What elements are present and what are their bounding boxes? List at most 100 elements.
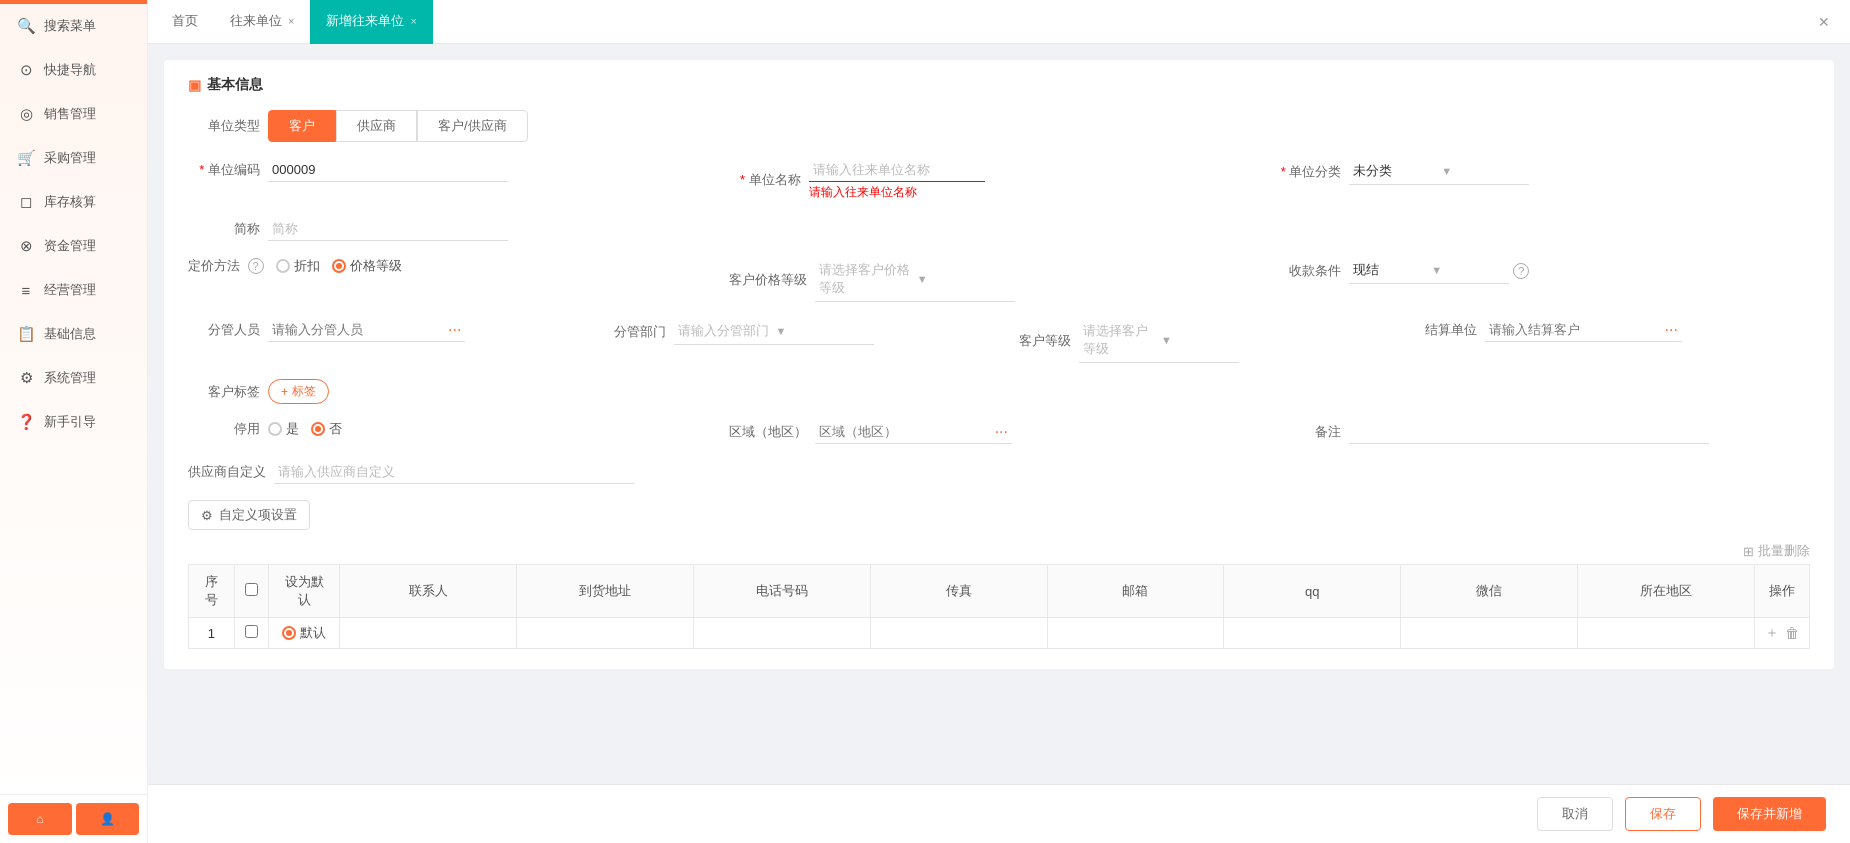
- row-email[interactable]: [1047, 618, 1224, 649]
- batch-delete-label[interactable]: 批量删除: [1758, 542, 1810, 560]
- custom-settings-btn[interactable]: ⚙ 自定义项设置: [188, 500, 310, 530]
- operations-icon: ≡: [16, 280, 36, 300]
- manager-input[interactable]: [268, 318, 444, 341]
- type-btn-supplier[interactable]: 供应商: [336, 110, 417, 142]
- pricing-help-icon[interactable]: ?: [248, 258, 264, 274]
- remark-input[interactable]: [1349, 420, 1709, 444]
- short-name-input[interactable]: [268, 217, 508, 241]
- sidebar-item-search[interactable]: 🔍 搜索菜单: [0, 4, 147, 48]
- tab-partners[interactable]: 往来单位 ×: [214, 0, 310, 44]
- row-wechat-input[interactable]: [1411, 626, 1567, 641]
- customer-level-field: 客户等级 请选择客户等级 ▼: [999, 318, 1405, 363]
- row-contact-input[interactable]: [350, 626, 506, 641]
- row-wechat[interactable]: [1401, 618, 1578, 649]
- settings-gear-icon: ⚙: [201, 508, 213, 523]
- type-btn-customer[interactable]: 客户: [268, 110, 336, 142]
- sidebar-item-sales[interactable]: ◎ 销售管理: [0, 92, 147, 136]
- row-fax[interactable]: [870, 618, 1047, 649]
- pricing-radio-discount[interactable]: 折扣: [276, 257, 320, 275]
- row-fax-input[interactable]: [881, 626, 1037, 641]
- row-default-radio[interactable]: 默认: [279, 624, 329, 642]
- row-actions-cell: ＋ 🗑: [1754, 618, 1809, 649]
- unit-name-input[interactable]: [809, 158, 985, 182]
- cancel-button[interactable]: 取消: [1537, 797, 1613, 831]
- region-field: 区域（地区） ···: [729, 420, 1270, 444]
- tab-home[interactable]: 首页: [156, 0, 214, 44]
- row-email-input[interactable]: [1058, 626, 1214, 641]
- row-actions: ＋ 🗑: [1765, 624, 1799, 642]
- region-label: 区域（地区）: [729, 423, 815, 441]
- row-pricing: 定价方法 ? 折扣 价格等级 客户: [188, 257, 1810, 302]
- row-checkbox[interactable]: [245, 625, 258, 638]
- settlement-unit-input[interactable]: [1485, 318, 1661, 341]
- row-disabled-region-remark: 停用 是 否 区域（地区）: [188, 420, 1810, 444]
- unit-code-field: 单位编码: [188, 158, 729, 182]
- customer-price-level-field: 客户价格等级 请选择客户价格等级 ▼: [729, 257, 1270, 302]
- pricing-radio-discount-label: 折扣: [294, 257, 320, 275]
- save-button[interactable]: 保存: [1625, 797, 1701, 831]
- tab-partners-label: 往来单位: [230, 12, 282, 30]
- unit-code-input[interactable]: [268, 158, 508, 182]
- department-select[interactable]: 请输入分管部门 ▼: [674, 318, 874, 345]
- section-title-icon: ▣: [188, 77, 201, 93]
- customer-level-select[interactable]: 请选择客户等级 ▼: [1079, 318, 1239, 363]
- disabled-yes-label: 是: [286, 420, 299, 438]
- payment-terms-select[interactable]: 现结 ▼: [1349, 257, 1509, 284]
- sidebar-item-system[interactable]: ⚙ 系统管理: [0, 356, 147, 400]
- sidebar-item-guide[interactable]: ❓ 新手引导: [0, 400, 147, 444]
- save-new-button[interactable]: 保存并新增: [1713, 797, 1826, 831]
- disabled-radio-yes[interactable]: 是: [268, 420, 299, 438]
- manager-more-btn[interactable]: ···: [444, 321, 465, 339]
- tab-new-partner[interactable]: 新增往来单位 ×: [310, 0, 432, 44]
- manager-input-wrapper: ···: [268, 318, 465, 342]
- row-qq-input[interactable]: [1234, 626, 1390, 641]
- sidebar-item-label: 快捷导航: [44, 61, 96, 79]
- row-qq[interactable]: [1224, 618, 1401, 649]
- type-btn-both[interactable]: 客户/供应商: [417, 110, 528, 142]
- sidebar-user-btn[interactable]: 👤: [76, 803, 140, 835]
- tab-new-partner-close[interactable]: ×: [410, 15, 416, 27]
- sidebar-item-purchase[interactable]: 🛒 采购管理: [0, 136, 147, 180]
- remark-label: 备注: [1269, 423, 1349, 441]
- select-all-checkbox[interactable]: [245, 583, 258, 596]
- sidebar-item-operations[interactable]: ≡ 经营管理: [0, 268, 147, 312]
- unit-name-error: 请输入往来单位名称: [809, 184, 985, 201]
- table-row: 1 默认: [189, 618, 1810, 649]
- unit-category-label: 单位分类: [1269, 163, 1349, 181]
- row-region[interactable]: [1578, 618, 1755, 649]
- pricing-radio-level[interactable]: 价格等级: [332, 257, 402, 275]
- manager-field: 分管人员 ···: [188, 318, 594, 342]
- sidebar-item-quicknav[interactable]: ⊙ 快捷导航: [0, 48, 147, 92]
- purchase-icon: 🛒: [16, 148, 36, 168]
- region-input[interactable]: [815, 420, 991, 443]
- row-short-name: 简称: [188, 217, 1810, 241]
- row-phone-input[interactable]: [704, 626, 860, 641]
- window-close-btn[interactable]: ✕: [1806, 14, 1842, 30]
- row-contact[interactable]: [340, 618, 517, 649]
- tab-partners-close[interactable]: ×: [288, 15, 294, 27]
- sidebar-item-finance[interactable]: ⊗ 资金管理: [0, 224, 147, 268]
- col-wechat: 微信: [1401, 565, 1578, 618]
- settlement-unit-more-btn[interactable]: ···: [1661, 321, 1682, 339]
- row-delete-btn[interactable]: 🗑: [1785, 624, 1799, 642]
- disabled-yes-circle: [268, 422, 282, 436]
- customer-price-level-select[interactable]: 请选择客户价格等级 ▼: [815, 257, 1015, 302]
- row-address-input[interactable]: [527, 626, 683, 641]
- disabled-radio-no[interactable]: 否: [311, 420, 342, 438]
- sidebar-home-btn[interactable]: ⌂: [8, 803, 72, 835]
- sidebar-item-inventory[interactable]: ◻ 库存核算: [0, 180, 147, 224]
- payment-terms-help-icon[interactable]: ?: [1513, 263, 1529, 279]
- tag-add-label: 标签: [292, 383, 316, 400]
- row-address[interactable]: [517, 618, 694, 649]
- customer-tag-add-btn[interactable]: + 标签: [268, 379, 329, 404]
- row-phone[interactable]: [693, 618, 870, 649]
- row-region-input[interactable]: [1588, 626, 1744, 641]
- region-more-btn[interactable]: ···: [991, 423, 1012, 441]
- sidebar-item-basic[interactable]: 📋 基础信息: [0, 312, 147, 356]
- unit-category-select[interactable]: 未分类 ▼: [1349, 158, 1529, 185]
- sidebar-item-label: 经营管理: [44, 281, 96, 299]
- guide-icon: ❓: [16, 412, 36, 432]
- supplier-custom-input[interactable]: [274, 460, 634, 484]
- row-add-btn[interactable]: ＋: [1765, 624, 1779, 642]
- batch-delete-icon: ⊞: [1743, 544, 1754, 559]
